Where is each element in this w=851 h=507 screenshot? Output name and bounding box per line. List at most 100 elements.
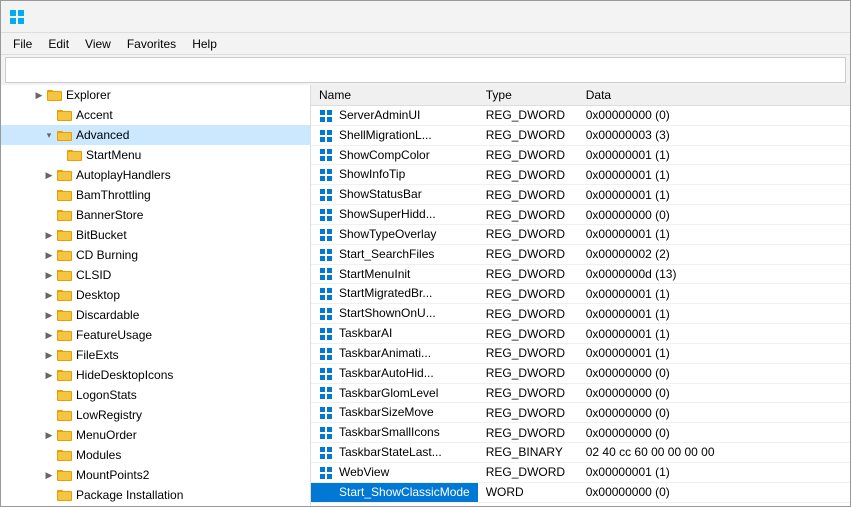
tree-item[interactable]: Accent xyxy=(1,105,310,125)
registry-editor-window: FileEditViewFavoritesHelp ▶ Explorer Acc… xyxy=(0,0,851,507)
reg-name-cell: TaskbarSmallIcons xyxy=(311,423,478,443)
close-button[interactable] xyxy=(796,1,842,33)
col-type: Type xyxy=(478,85,578,106)
table-row[interactable]: ShowStatusBarREG_DWORD0x00000001 (1) xyxy=(311,185,850,205)
reg-type-cell: REG_DWORD xyxy=(478,462,578,482)
maximize-button[interactable] xyxy=(750,1,796,33)
table-row[interactable]: TaskbarAnimati...REG_DWORD0x00000001 (1) xyxy=(311,343,850,363)
titlebar xyxy=(1,1,850,33)
tree-label: MountPoints2 xyxy=(76,468,149,482)
tree-label: LowRegistry xyxy=(76,408,142,422)
table-row[interactable]: StartShownOnU...REG_DWORD0x00000001 (1) xyxy=(311,304,850,324)
reg-name: TaskbarGlomLevel xyxy=(339,386,438,400)
table-row[interactable]: Start_SearchFilesREG_DWORD0x00000002 (2) xyxy=(311,244,850,264)
tree-item[interactable]: ▶ Desktop xyxy=(1,285,310,305)
tree-item[interactable]: StartMenu xyxy=(1,145,310,165)
table-row[interactable]: ShellMigrationL...REG_DWORD0x00000003 (3… xyxy=(311,125,850,145)
reg-name-cell: TaskbarAnimati... xyxy=(311,343,478,363)
table-row[interactable]: ShowSuperHidd...REG_DWORD0x00000000 (0) xyxy=(311,205,850,225)
expand-icon[interactable]: ▶ xyxy=(41,365,57,385)
tree-item[interactable]: BamThrottling xyxy=(1,185,310,205)
table-row[interactable]: Start_ShowClassicModeWORD0x00000000 (0) xyxy=(311,482,850,502)
table-row[interactable]: TaskbarGlomLevelREG_DWORD0x00000000 (0) xyxy=(311,383,850,403)
reg-type-cell: REG_DWORD xyxy=(478,363,578,383)
reg-name: ShowTypeOverlay xyxy=(339,227,436,241)
table-row[interactable]: TaskbarAIREG_DWORD0x00000001 (1) xyxy=(311,324,850,344)
minimize-button[interactable] xyxy=(704,1,750,33)
tree-item[interactable]: LowRegistry xyxy=(1,405,310,425)
reg-data-cell: 0x00000001 (1) xyxy=(578,343,850,363)
tree-item[interactable]: ▶ RecentDocs xyxy=(1,505,310,506)
expand-icon[interactable]: ▶ xyxy=(31,85,47,105)
tree-item[interactable]: ▶ FeatureUsage xyxy=(1,325,310,345)
table-row[interactable]: TaskbarSizeMoveREG_DWORD0x00000000 (0) xyxy=(311,403,850,423)
reg-name: ShowStatusBar xyxy=(339,187,422,201)
reg-data-cell: 0x00000000 (0) xyxy=(578,363,850,383)
tree-item[interactable]: ▾ Advanced xyxy=(1,125,310,145)
tree-label: BitBucket xyxy=(76,228,127,242)
reg-type-cell: REG_DWORD xyxy=(478,185,578,205)
tree-item[interactable]: LogonStats xyxy=(1,385,310,405)
tree-item[interactable]: ▶ BitBucket xyxy=(1,225,310,245)
reg-data-cell: 0x00000002 (2) xyxy=(578,244,850,264)
tree-item[interactable]: Package Installation xyxy=(1,485,310,505)
expand-icon[interactable]: ▶ xyxy=(41,325,57,345)
table-row[interactable]: ShowInfoTipREG_DWORD0x00000001 (1) xyxy=(311,165,850,185)
expand-icon[interactable]: ▶ xyxy=(41,345,57,365)
expand-icon[interactable]: ▶ xyxy=(41,225,57,245)
tree-item[interactable]: ▶ Explorer xyxy=(1,85,310,105)
folder-icon xyxy=(57,188,73,202)
expand-icon[interactable]: ▶ xyxy=(41,245,57,265)
tree-label: Advanced xyxy=(76,128,129,142)
tree-item[interactable]: ▶ FileExts xyxy=(1,345,310,365)
menu-item-edit[interactable]: Edit xyxy=(40,35,77,53)
tree-item[interactable]: ▶ CD Burning xyxy=(1,245,310,265)
reg-name-cell: TaskbarStateLast... xyxy=(311,443,478,463)
reg-type-cell: REG_DWORD xyxy=(478,264,578,284)
expand-placeholder xyxy=(41,185,57,205)
tree-panel[interactable]: ▶ Explorer Accent ▾ Advanced StartMenu xyxy=(1,85,311,506)
table-row[interactable]: ShowCompColorREG_DWORD0x00000001 (1) xyxy=(311,145,850,165)
menu-item-favorites[interactable]: Favorites xyxy=(119,35,184,53)
expand-icon[interactable]: ▶ xyxy=(41,165,57,185)
tree-item[interactable]: ▶ AutoplayHandlers xyxy=(1,165,310,185)
tree-item[interactable]: ▶ Discardable xyxy=(1,305,310,325)
tree-label: Desktop xyxy=(76,288,120,302)
reg-data-cell: 0x00000001 (1) xyxy=(578,462,850,482)
folder-icon xyxy=(57,308,73,322)
tree-item[interactable]: BannerStore xyxy=(1,205,310,225)
menu-item-help[interactable]: Help xyxy=(184,35,225,53)
table-row[interactable]: WebViewREG_DWORD0x00000001 (1) xyxy=(311,462,850,482)
expand-icon[interactable]: ▶ xyxy=(41,425,57,445)
table-row[interactable]: TaskbarStateLast...REG_BINARY02 40 cc 60… xyxy=(311,443,850,463)
table-row[interactable]: StartMigratedBr...REG_DWORD0x00000001 (1… xyxy=(311,284,850,304)
folder-icon xyxy=(57,468,73,482)
expand-icon[interactable]: ▶ xyxy=(41,505,57,506)
table-row[interactable]: ShowTypeOverlayREG_DWORD0x00000001 (1) xyxy=(311,224,850,244)
table-row[interactable]: ServerAdminUIREG_DWORD0x00000000 (0) xyxy=(311,106,850,126)
menubar: FileEditViewFavoritesHelp xyxy=(1,33,850,55)
tree-item[interactable]: ▶ CLSID xyxy=(1,265,310,285)
expand-placeholder xyxy=(41,205,57,225)
expand-icon[interactable]: ▶ xyxy=(41,285,57,305)
registry-panel[interactable]: Name Type Data ServerAdminUIREG_DWORD0x0… xyxy=(311,85,850,506)
expand-icon[interactable]: ▶ xyxy=(41,265,57,285)
reg-data-cell: 0x00000001 (1) xyxy=(578,324,850,344)
tree-item[interactable]: ▶ HideDesktopIcons xyxy=(1,365,310,385)
menu-item-file[interactable]: File xyxy=(5,35,40,53)
reg-name: TaskbarAutoHid... xyxy=(339,366,434,380)
reg-type-cell: REG_DWORD xyxy=(478,125,578,145)
table-row[interactable]: StartMenuInitREG_DWORD0x0000000d (13) xyxy=(311,264,850,284)
expand-icon[interactable]: ▶ xyxy=(41,305,57,325)
reg-name-cell: ShowSuperHidd... xyxy=(311,205,478,225)
tree-item[interactable]: ▶ MountPoints2 xyxy=(1,465,310,485)
tree-item[interactable]: Modules xyxy=(1,445,310,465)
reg-name-cell: TaskbarAutoHid... xyxy=(311,363,478,383)
table-row[interactable]: TaskbarSmallIconsREG_DWORD0x00000000 (0) xyxy=(311,423,850,443)
tree-item[interactable]: ▶ MenuOrder xyxy=(1,425,310,445)
expand-icon[interactable]: ▾ xyxy=(41,125,57,145)
expand-icon[interactable]: ▶ xyxy=(41,465,57,485)
table-row[interactable]: TaskbarAutoHid... REG_DWORD0x00000000 (0) xyxy=(311,363,850,383)
menu-item-view[interactable]: View xyxy=(77,35,119,53)
reg-data-cell: 0x0000000d (13) xyxy=(578,264,850,284)
